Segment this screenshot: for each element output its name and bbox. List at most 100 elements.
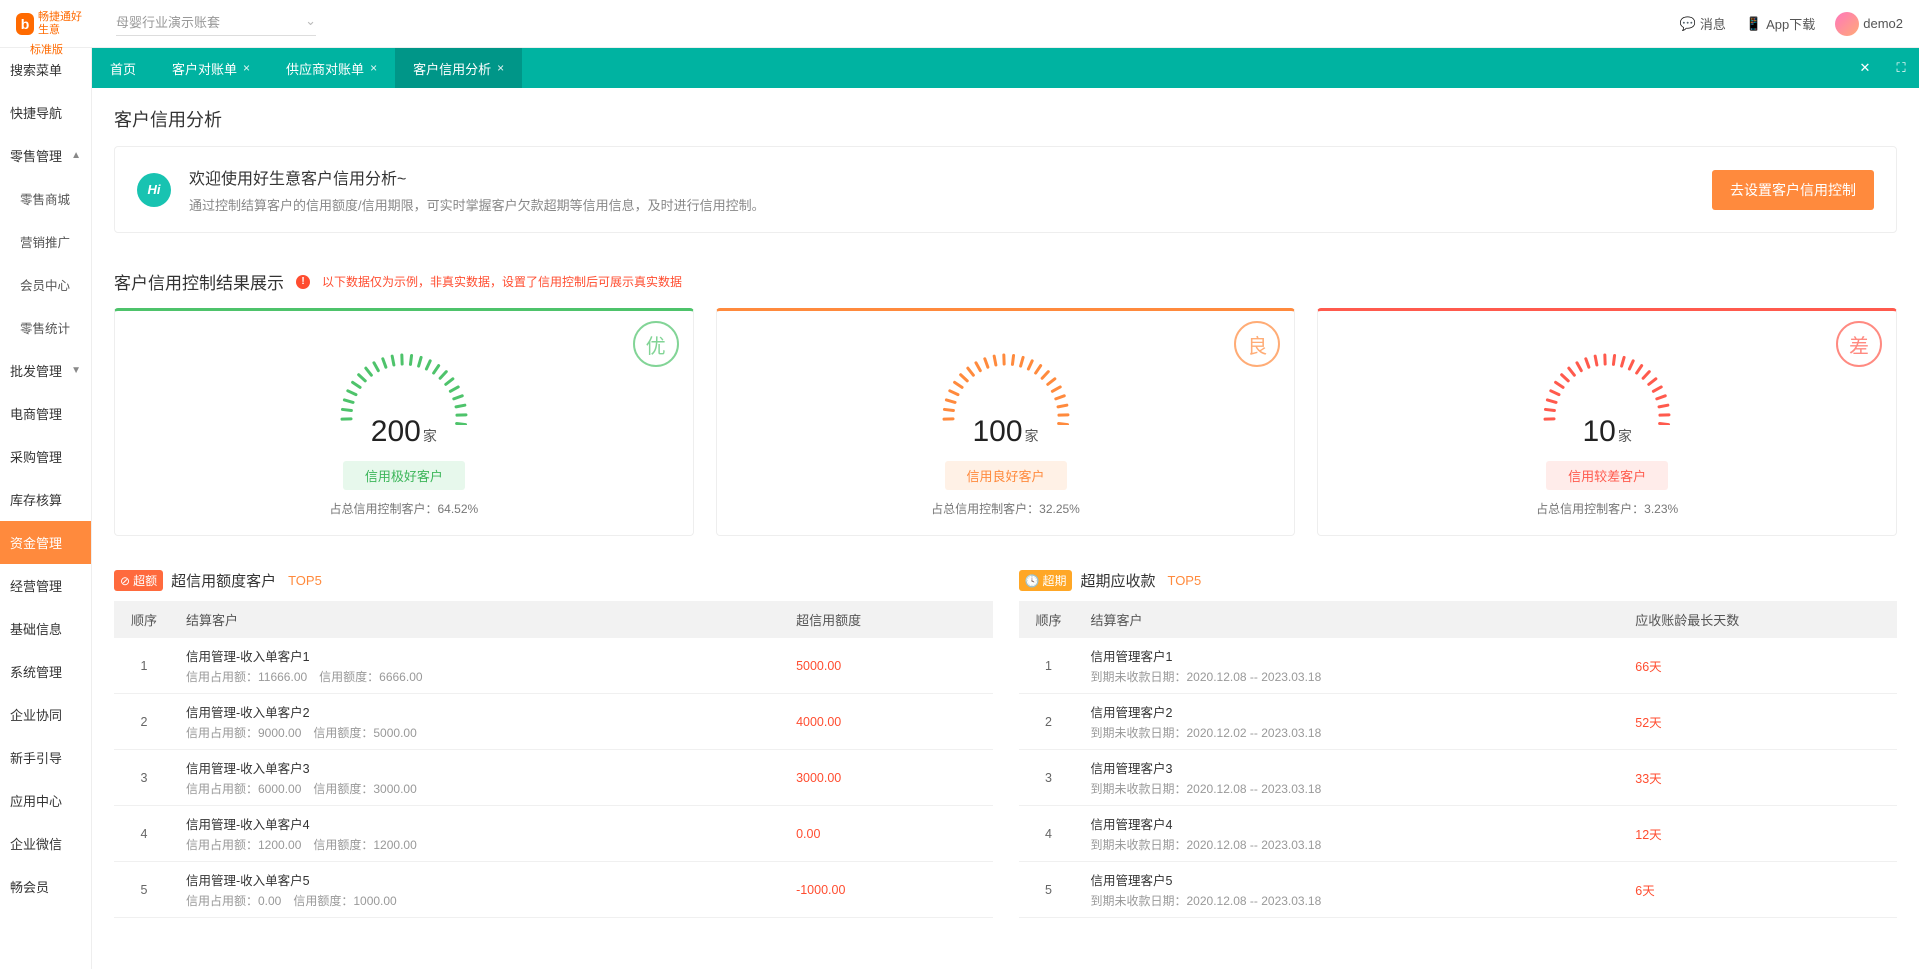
logo-icon: b — [16, 13, 34, 35]
sidebar-item-label: 系统管理 — [10, 662, 62, 681]
sidebar-item-label: 零售统计 — [20, 318, 70, 337]
banner-texts: 欢迎使用好生意客户信用分析~ 通过控制结算客户的信用额度/信用期限，可实时掌握客… — [189, 165, 1694, 214]
sidebar-item-label: 搜索菜单 — [10, 60, 62, 79]
sidebar-item-label: 企业微信 — [10, 834, 62, 853]
close-icon[interactable]: × — [243, 61, 250, 75]
menu-operation[interactable]: 经营管理 — [0, 564, 91, 607]
sidebar-item-label: 企业协同 — [10, 705, 62, 724]
table-row[interactable]: 4 信用管理-收入单客户4 信用占用额：1200.00 信用额度：1200.00… — [114, 806, 993, 862]
cell-order: 1 — [1019, 638, 1079, 694]
warning-icon: ! — [296, 275, 310, 289]
page-title: 客户信用分析 — [114, 88, 1897, 146]
menu-guide[interactable]: 新手引导 — [0, 736, 91, 779]
menu-purchase[interactable]: 采购管理 — [0, 435, 91, 478]
menu-marketing[interactable]: 营销推广 — [0, 220, 91, 263]
sidebar-item-label: 批发管理 — [10, 361, 62, 380]
tab[interactable]: 客户信用分析× — [395, 48, 522, 88]
gauge-icon — [319, 335, 489, 425]
table-row[interactable]: 5 信用管理-收入单客户5 信用占用额：0.00 信用额度：1000.00 -1… — [114, 862, 993, 918]
cell-customer: 信用管理客户2 到期未收款日期：2020.12.02 -- 2023.03.18 — [1079, 694, 1624, 750]
table-row[interactable]: 5 信用管理客户5 到期未收款日期：2020.12.08 -- 2023.03.… — [1019, 862, 1898, 918]
menu-system[interactable]: 系统管理 — [0, 650, 91, 693]
cell-days: 12天 — [1623, 806, 1897, 862]
cell-order: 5 — [114, 862, 174, 918]
close-all-tabs-icon[interactable]: ✕ — [1847, 48, 1883, 88]
cell-order: 4 — [1019, 806, 1079, 862]
menu-wholesale[interactable]: 批发管理 ▼ — [0, 349, 91, 392]
tab[interactable]: 首页 — [92, 48, 154, 88]
cell-days: 66天 — [1623, 638, 1897, 694]
menu-retail-mall[interactable]: 零售商城 — [0, 177, 91, 220]
close-icon[interactable]: × — [370, 61, 377, 75]
cell-over: 0.00 — [784, 806, 992, 862]
close-icon[interactable]: × — [497, 61, 504, 75]
banner-desc: 通过控制结算客户的信用额度/信用期限，可实时掌握客户欠款超期等信用信息，及时进行… — [189, 195, 1694, 214]
sidebar-item-label: 资金管理 — [10, 533, 62, 552]
sidebar-item-label: 基础信息 — [10, 619, 62, 638]
logo-text: 畅捷通好生意 — [38, 11, 92, 35]
cell-days: 52天 — [1623, 694, 1897, 750]
cell-over: 5000.00 — [784, 638, 992, 694]
menu-funds[interactable]: 资金管理 — [0, 521, 91, 564]
cell-order: 1 — [114, 638, 174, 694]
fullscreen-icon[interactable]: ⛶ — [1883, 48, 1919, 88]
menu-member[interactable]: 会员中心 — [0, 263, 91, 306]
credit-card[interactable]: 优 200家 信用极好客户 占总信用控制客户：64.52% — [114, 308, 694, 536]
card-foot: 占总信用控制客户：32.25% — [727, 500, 1285, 517]
table-row[interactable]: 1 信用管理客户1 到期未收款日期：2020.12.08 -- 2023.03.… — [1019, 638, 1898, 694]
table-row[interactable]: 4 信用管理客户4 到期未收款日期：2020.12.08 -- 2023.03.… — [1019, 806, 1898, 862]
org-selector[interactable]: 母婴行业演示账套 ⌄ — [116, 12, 316, 36]
menu-vip[interactable]: 畅会员 — [0, 865, 91, 908]
credit-card[interactable]: 良 100家 信用良好客户 占总信用控制客户：32.25% — [716, 308, 1296, 536]
sidebar-item-label: 零售商城 — [20, 189, 70, 208]
app-download-label: App下载 — [1766, 14, 1815, 33]
tab-label: 客户对账单 — [172, 59, 237, 78]
card-count: 100家 — [972, 415, 1038, 449]
app-download-link[interactable]: 📱 App下载 — [1746, 14, 1815, 33]
col-customer: 结算客户 — [1079, 601, 1624, 638]
stamp-icon: 差 — [1836, 321, 1882, 367]
cell-customer: 信用管理客户3 到期未收款日期：2020.12.08 -- 2023.03.18 — [1079, 750, 1624, 806]
menu-retail[interactable]: 零售管理▲ — [0, 134, 91, 177]
menu-ecommerce[interactable]: 电商管理 — [0, 392, 91, 435]
avatar — [1835, 12, 1859, 36]
username: demo2 — [1863, 16, 1903, 31]
table-row[interactable]: 2 信用管理客户2 到期未收款日期：2020.12.02 -- 2023.03.… — [1019, 694, 1898, 750]
sidebar-item-label: 快捷导航 — [10, 103, 62, 122]
topbar-right: 💬 消息 📱 App下载 demo2 — [1680, 12, 1903, 36]
menu-quicknav[interactable]: 快捷导航 — [0, 91, 91, 134]
tab[interactable]: 客户对账单 × — [154, 48, 268, 88]
cell-customer: 信用管理-收入单客户5 信用占用额：0.00 信用额度：1000.00 — [174, 862, 784, 918]
table-row[interactable]: 2 信用管理-收入单客户2 信用占用额：9000.00 信用额度：5000.00… — [114, 694, 993, 750]
table-row[interactable]: 3 信用管理-收入单客户3 信用占用额：6000.00 信用额度：3000.00… — [114, 750, 993, 806]
overdue-badge: 🕓 超期 — [1019, 570, 1073, 591]
sidebar-item-label: 新手引导 — [10, 748, 62, 767]
col-order: 顺序 — [114, 601, 174, 638]
menu-retail-stats[interactable]: 零售统计 — [0, 306, 91, 349]
cell-customer: 信用管理客户5 到期未收款日期：2020.12.08 -- 2023.03.18 — [1079, 862, 1624, 918]
tab[interactable]: 供应商对账单× — [268, 48, 395, 88]
cell-customer: 信用管理-收入单客户2 信用占用额：9000.00 信用额度：5000.00 — [174, 694, 784, 750]
col-over: 超信用额度 — [784, 601, 992, 638]
over-limit-badge: ⊘ 超额 — [114, 570, 163, 591]
goto-credit-settings-button[interactable]: 去设置客户信用控制 — [1712, 170, 1874, 210]
menu-inventory[interactable]: 库存核算 — [0, 478, 91, 521]
card-label: 信用较差客户 — [1546, 461, 1668, 490]
user-menu[interactable]: demo2 — [1835, 12, 1903, 36]
table-row[interactable]: 3 信用管理客户3 到期未收款日期：2020.12.08 -- 2023.03.… — [1019, 750, 1898, 806]
table-row[interactable]: 1 信用管理-收入单客户1 信用占用额：11666.00 信用额度：6666.0… — [114, 638, 993, 694]
menu-collab[interactable]: 企业协同 — [0, 693, 91, 736]
org-name: 母婴行业演示账套 — [116, 12, 220, 31]
menu-appcenter[interactable]: 应用中心 — [0, 779, 91, 822]
caret-icon: ▼ — [71, 365, 81, 376]
tab-bar: 首页客户对账单×供应商对账单×客户信用分析× ✕ ⛶ — [92, 48, 1919, 88]
col-customer: 结算客户 — [174, 601, 784, 638]
menu-basic[interactable]: 基础信息 — [0, 607, 91, 650]
card-label: 信用极好客户 — [343, 461, 465, 490]
welcome-banner: Hi 欢迎使用好生意客户信用分析~ 通过控制结算客户的信用额度/信用期限，可实时… — [114, 146, 1897, 233]
menu-wework[interactable]: 企业微信 — [0, 822, 91, 865]
over-limit-table: 顺序 结算客户 超信用额度 1 信用管理-收入单客户1 信用占用额：11666.… — [114, 601, 993, 918]
caret-icon: ▲ — [71, 150, 81, 161]
messages-link[interactable]: 💬 消息 — [1680, 14, 1726, 33]
credit-card[interactable]: 差 10家 信用较差客户 占总信用控制客户：3.23% — [1317, 308, 1897, 536]
